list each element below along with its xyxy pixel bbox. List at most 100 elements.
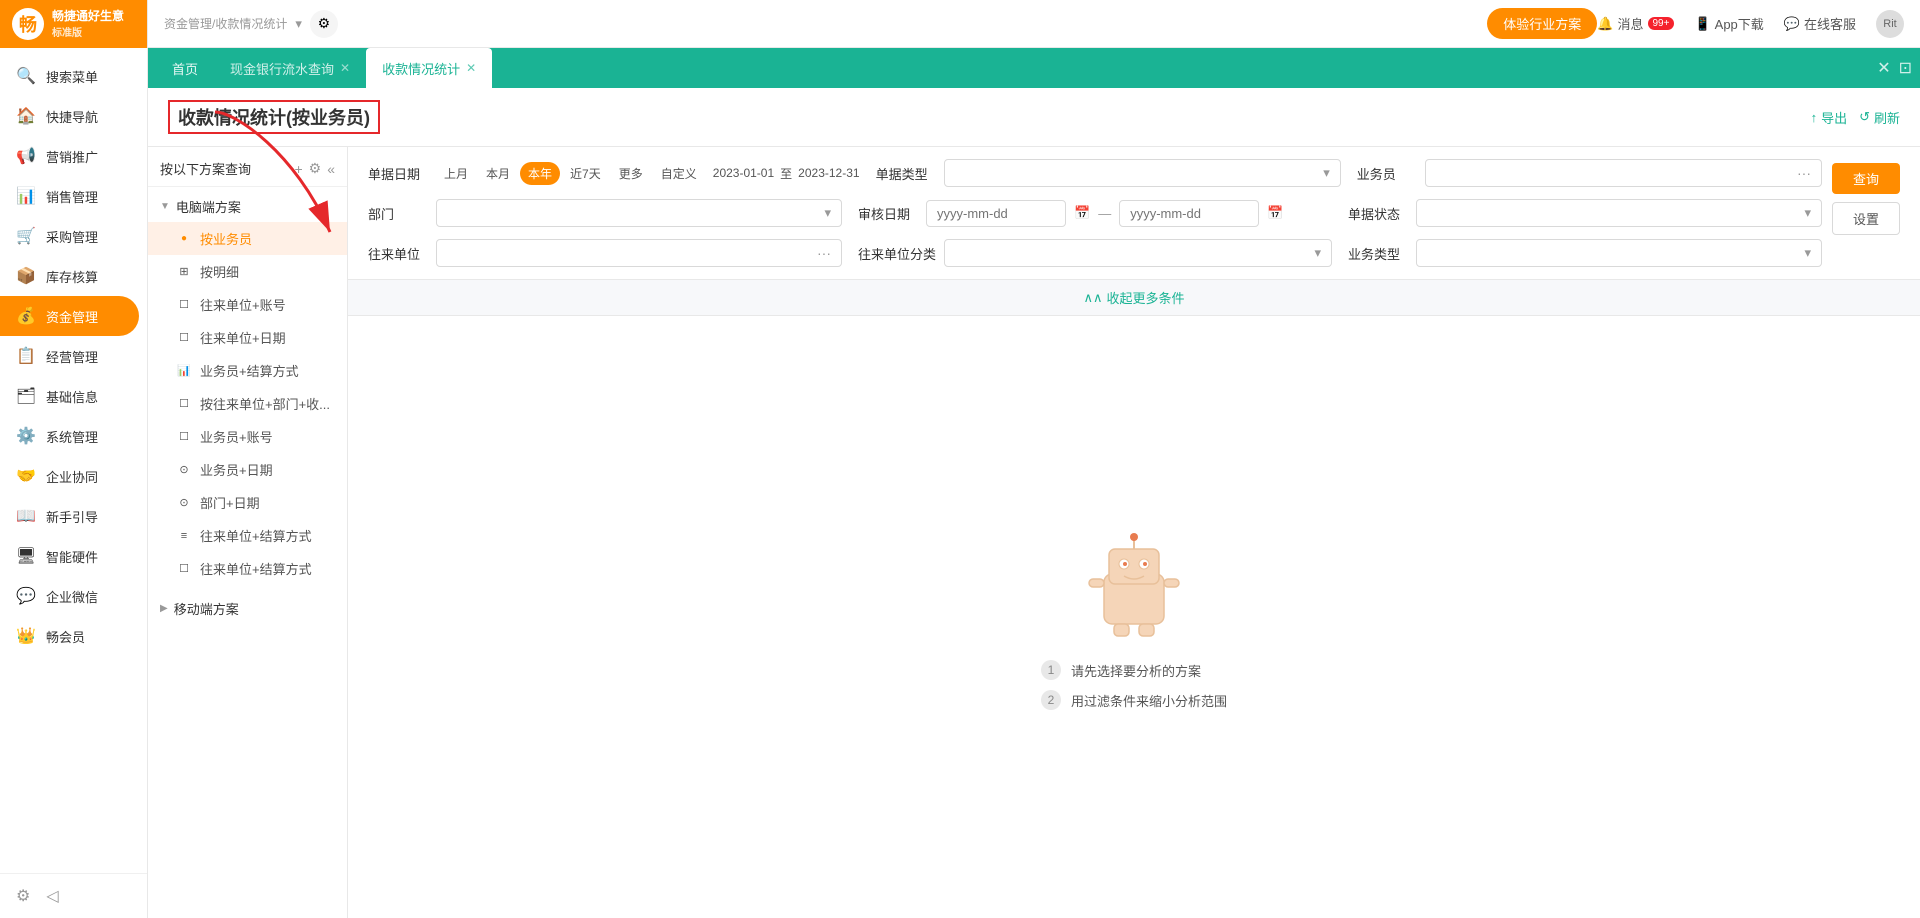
header-settings-btn[interactable]: ⚙ [310,10,338,38]
empty-area: 1 请先选择要分析的方案 2 用过滤条件来缩小分析范围 [348,316,1920,918]
tab-bank-flow[interactable]: 现金银行流水查询 ✕ [214,48,366,88]
schema-add-btn[interactable]: + [294,161,302,177]
dept-select[interactable]: ▾ [436,199,842,227]
sidebar-label-member: 畅会员 [46,627,85,646]
sidebar-item-guide[interactable]: 📖 新手引导 [0,496,147,536]
tab-receipt-stats[interactable]: 收款情况统计 ✕ [366,48,492,88]
schema-item-counterparty-date[interactable]: ☐ 往来单位+日期 [148,321,347,354]
marketing-icon: 📢 [16,146,36,166]
tab-home[interactable]: 首页 [156,59,214,78]
query-button[interactable]: 查询 [1832,163,1900,194]
schema-item-cp-dept-receipt[interactable]: ☐ 按往来单位+部门+收... [148,387,347,420]
sidebar-item-basic-info[interactable]: 🗂 基础信息 [0,376,147,416]
sidebar-item-search[interactable]: 🔍 搜索菜单 [0,56,147,96]
tab-receipt-stats-close[interactable]: ✕ [466,61,476,75]
tab-bank-flow-close[interactable]: ✕ [340,61,350,75]
schema-item-sp-date-label: 业务员+日期 [200,460,273,479]
left-panel-actions: + ⚙ « [294,160,335,177]
schema-item-cp-settlement3[interactable]: ☐ 往来单位+结算方式 [148,552,347,585]
export-button[interactable]: ↑ 导出 [1811,108,1848,127]
sidebar-collapse-btn[interactable]: ◁ [46,886,58,906]
sidebar-item-member[interactable]: 👑 畅会员 [0,616,147,656]
schema-item-sp-settlement[interactable]: 📊 业务员+结算方式 [148,354,347,387]
logo-icon: 畅 [12,8,44,40]
date-tab-custom[interactable]: 自定义 [653,162,705,185]
empty-tip-2: 2 用过滤条件来缩小分析范围 [1041,690,1227,710]
sidebar-label-operations: 经营管理 [46,347,98,366]
schema-item-salesperson[interactable]: ● 按业务员 [148,222,347,255]
sidebar-item-inventory[interactable]: 📦 库存核算 [0,256,147,296]
business-type-select[interactable]: ▾ [1416,239,1822,267]
date-tab-last-month[interactable]: 上月 [436,162,476,185]
schema-item-sp-account[interactable]: ☐ 业务员+账号 [148,420,347,453]
schema-item-salesperson-label: 按业务员 [200,229,252,248]
voucher-type-select[interactable]: ▾ [944,159,1341,187]
counterparty-ellipsis[interactable]: ··· [817,245,831,261]
notification-icon: 🔔 [1597,16,1613,32]
user-name: Rit [1883,18,1896,30]
empty-robot-illustration [1074,524,1194,644]
cp-category-select[interactable]: ▾ [944,239,1332,267]
collapse-up-icon: ∧∧ [1083,290,1102,306]
salesperson-select[interactable]: ··· [1425,159,1822,187]
dept-label: 部门 [368,204,428,223]
sidebar-item-operations[interactable]: 📋 经营管理 [0,336,147,376]
date-tab-last7[interactable]: 近7天 [562,162,609,185]
date-tab-more[interactable]: 更多 [611,162,651,185]
schema-item-dept-date[interactable]: ⊙ 部门+日期 [148,486,347,519]
sidebar-item-finance[interactable]: 💰 资金管理 [0,296,139,336]
tab-close-all-btn[interactable]: ✕ [1877,58,1890,78]
collapse-bar[interactable]: ∧∧ 收起更多条件 [348,280,1920,316]
app-download-item[interactable]: 📱 App下载 [1694,14,1763,33]
notification-label: 消息 [1617,14,1643,33]
filter-date-item: 单据日期 上月 本月 本年 近7天 更多 自定义 [368,162,860,185]
schema-group-mobile-title[interactable]: ▶ 移动端方案 [148,593,347,624]
filter-business-type-item: 业务类型 ▾ [1348,239,1822,267]
sidebar-item-smart-hw[interactable]: 🖥 智能硬件 [0,536,147,576]
filter-settings-button[interactable]: 设置 [1832,202,1900,235]
sidebar-item-marketing[interactable]: 📢 营销推广 [0,136,147,176]
cp-date-icon: ☐ [176,330,192,346]
review-date-end-input[interactable] [1119,200,1259,227]
date-tab-this-month[interactable]: 本月 [478,162,518,185]
date-end: 2023-12-31 [798,166,859,180]
salesperson-ellipsis[interactable]: ··· [1797,165,1811,181]
date-start: 2023-01-01 [713,166,774,180]
user-avatar[interactable]: Rit [1876,10,1904,38]
sidebar-item-purchase[interactable]: 🛒 采购管理 [0,216,147,256]
sidebar-item-quicknav[interactable]: 🏠 快捷导航 [0,96,147,136]
sidebar-item-system[interactable]: ⚙️ 系统管理 [0,416,147,456]
sidebar-settings-btn[interactable]: ⚙ [16,886,30,906]
schema-item-counterparty-account[interactable]: ☐ 往来单位+账号 [148,288,347,321]
breadcrumb-dropdown-icon[interactable]: ▾ [295,16,302,32]
filter-review-date-item: 审核日期 📅 — 📅 [858,200,1332,227]
calendar-end-icon[interactable]: 📅 [1267,205,1283,221]
tip-text-1: 请先选择要分析的方案 [1071,661,1201,680]
schema-collapse-btn[interactable]: « [327,161,335,177]
mobile-arrow-icon: ▶ [160,603,168,614]
member-icon: 👑 [16,626,36,646]
schema-group-mobile-label: 移动端方案 [174,599,239,618]
trial-button[interactable]: 体验行业方案 [1487,8,1597,39]
review-date-start-input[interactable] [926,200,1066,227]
voucher-status-select[interactable]: ▾ [1416,199,1822,227]
schema-group-desktop-title[interactable]: ▼ 电脑端方案 [148,191,347,222]
left-panel-title: 按以下方案查询 [160,159,251,178]
schema-item-detail[interactable]: ⊞ 按明细 [148,255,347,288]
header-left: 资金管理/收款情况统计 ▾ ⚙ [164,10,338,38]
calendar-start-icon[interactable]: 📅 [1074,205,1090,221]
sidebar-item-wechat[interactable]: 💬 企业微信 [0,576,147,616]
counterparty-select[interactable]: ··· [436,239,842,267]
refresh-button[interactable]: ↺ 刷新 [1859,108,1900,127]
sidebar-item-cooperation[interactable]: 🤝 企业协同 [0,456,147,496]
collapse-label: 收起更多条件 [1107,288,1185,307]
schema-settings-btn[interactable]: ⚙ [309,160,322,177]
schema-item-cp-settlement2[interactable]: ≡ 往来单位+结算方式 [148,519,347,552]
purchase-icon: 🛒 [16,226,36,246]
online-service-item[interactable]: 💬 在线客服 [1784,14,1856,33]
schema-item-sp-date[interactable]: ⊙ 业务员+日期 [148,453,347,486]
sidebar-item-sales[interactable]: 📊 销售管理 [0,176,147,216]
date-tab-this-year[interactable]: 本年 [520,162,560,185]
tab-maximize-btn[interactable]: ⊡ [1899,58,1912,78]
notification-item[interactable]: 🔔 消息 99+ [1597,14,1674,33]
